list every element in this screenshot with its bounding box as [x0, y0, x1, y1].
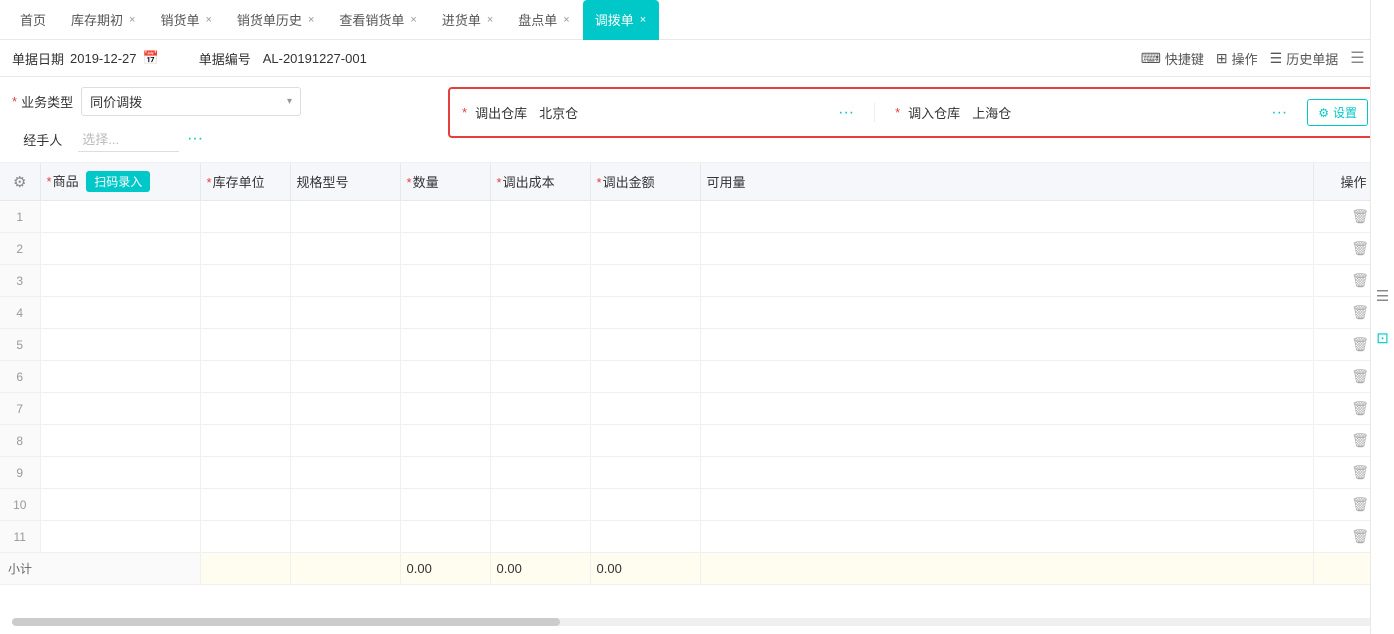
- delete-row-icon[interactable]: 🗑: [1351, 304, 1369, 321]
- delete-row-icon[interactable]: 🗑: [1351, 208, 1369, 225]
- history-icon: ☰: [1270, 50, 1283, 67]
- keyboard-icon: ⌨: [1141, 50, 1161, 67]
- col-header-qty: *数量: [400, 163, 490, 201]
- delete-row-icon[interactable]: 🗑: [1351, 464, 1369, 481]
- col-header-cost: *调出成本: [490, 163, 590, 201]
- col-header-settings: ⚙: [0, 163, 40, 201]
- table-row: 7🗑⧉: [0, 393, 1394, 425]
- required-star-in: *: [895, 105, 900, 120]
- col-header-spec: 规格型号: [290, 163, 400, 201]
- tab-home[interactable]: 首页: [8, 0, 59, 40]
- in-warehouse-value: 上海仓: [972, 103, 1011, 122]
- date-value: 2019-12-27: [70, 51, 137, 66]
- tab-close-sales-order[interactable]: ×: [205, 14, 211, 26]
- scan-input-button[interactable]: 扫码录入: [86, 171, 150, 192]
- tab-inventory-init[interactable]: 库存期初 ×: [59, 0, 148, 40]
- warehouse-row: * 调出仓库 北京仓 ··· * 调入仓库 上海仓 ··· ⚙: [462, 99, 1368, 126]
- tab-close-purchase[interactable]: ×: [487, 14, 493, 26]
- table-row: 1🗑⧉: [0, 201, 1394, 233]
- col-header-product: *商品 扫码录入: [40, 163, 200, 201]
- col-header-unit: *库存单位: [200, 163, 290, 201]
- delete-row-icon[interactable]: 🗑: [1351, 368, 1369, 385]
- tab-close-inventory-init[interactable]: ×: [129, 14, 135, 26]
- table-row: 11🗑⧉: [0, 521, 1394, 553]
- table-settings-icon[interactable]: ⚙: [13, 174, 26, 191]
- delete-row-icon[interactable]: 🗑: [1351, 272, 1369, 289]
- table-row: 10🗑⧉: [0, 489, 1394, 521]
- toolbar: 单据日期 2019-12-27 📅 单据编号 AL-20191227-001 ⌨…: [0, 40, 1394, 77]
- setting-button[interactable]: ⚙ 设置: [1307, 99, 1368, 126]
- subtotal-row: 小计 0.00 0.00 0.00: [0, 553, 1394, 585]
- tab-purchase[interactable]: 进货单 ×: [430, 0, 506, 40]
- tab-close-view-sales[interactable]: ×: [410, 14, 416, 26]
- handler-placeholder[interactable]: 选择...: [78, 126, 179, 152]
- data-table: ⚙ *商品 扫码录入 *库存单位 规格型号 *数量: [0, 163, 1394, 585]
- table-container: ⚙ *商品 扫码录入 *库存单位 规格型号 *数量: [0, 163, 1394, 618]
- table-row: 5🗑⧉: [0, 329, 1394, 361]
- handler-more-button[interactable]: ···: [187, 130, 203, 148]
- delete-row-icon[interactable]: 🗑: [1351, 432, 1369, 449]
- in-warehouse-item: * 调入仓库 上海仓 ···: [874, 103, 1287, 122]
- date-field: 单据日期 2019-12-27 📅: [12, 49, 159, 68]
- business-type-label: * 业务类型: [12, 92, 73, 111]
- table-row: 3🗑⧉: [0, 265, 1394, 297]
- col-header-amount: *调出金额: [590, 163, 700, 201]
- tab-sales-history[interactable]: 销货单历史 ×: [225, 0, 327, 40]
- col-header-available: 可用量: [700, 163, 1314, 201]
- tab-close-stocktake[interactable]: ×: [563, 14, 569, 26]
- list-icon[interactable]: ☰: [1376, 281, 1389, 311]
- table-row: 9🗑⧉: [0, 457, 1394, 489]
- handler-row: 经手人 选择... ···: [12, 126, 432, 152]
- delete-row-icon[interactable]: 🗑: [1351, 240, 1369, 257]
- handler-label: 经手人: [12, 130, 62, 149]
- business-type-row: * 业务类型 同价调拨 ▾: [12, 87, 432, 116]
- tab-sales-order[interactable]: 销货单 ×: [148, 0, 224, 40]
- doc-num-field: 单据编号 AL-20191227-001: [199, 49, 367, 68]
- gear-icon: ⚙: [1318, 106, 1329, 120]
- scroll-thumb[interactable]: [12, 618, 560, 626]
- out-warehouse-more-button[interactable]: ···: [838, 104, 854, 122]
- tab-close-transfer[interactable]: ×: [640, 14, 646, 26]
- table-row: 8🗑⧉: [0, 425, 1394, 457]
- shortcut-button[interactable]: ⌨ 快捷键: [1141, 49, 1204, 68]
- operation-icon: ⊞: [1216, 50, 1228, 67]
- tab-stocktake[interactable]: 盘点单 ×: [506, 0, 582, 40]
- form-left: * 业务类型 同价调拨 ▾ 经手人 选择... ···: [12, 87, 432, 152]
- doc-num-value: AL-20191227-001: [263, 51, 367, 66]
- table-row: 4🗑⧉: [0, 297, 1394, 329]
- business-type-select[interactable]: 同价调拨 ▾: [81, 87, 301, 116]
- delete-row-icon[interactable]: 🗑: [1351, 336, 1369, 353]
- delete-row-icon[interactable]: 🗑: [1351, 528, 1369, 545]
- delete-row-icon[interactable]: 🗑: [1351, 496, 1369, 513]
- list-view-icon[interactable]: ☰: [1350, 48, 1364, 68]
- operation-button[interactable]: ⊞ 操作: [1216, 49, 1258, 68]
- warehouse-form: * 调出仓库 北京仓 ··· * 调入仓库 上海仓 ··· ⚙: [448, 87, 1382, 138]
- form-area: * 业务类型 同价调拨 ▾ 经手人 选择... ···: [0, 77, 1394, 163]
- out-warehouse-label: 调出仓库: [475, 103, 527, 122]
- table-row: 6🗑⧉: [0, 361, 1394, 393]
- tab-view-sales[interactable]: 查看销货单 ×: [327, 0, 429, 40]
- in-warehouse-more-button[interactable]: ···: [1271, 104, 1287, 122]
- delete-row-icon[interactable]: 🗑: [1351, 400, 1369, 417]
- horizontal-scrollbar[interactable]: [12, 618, 1382, 626]
- expand-icon[interactable]: ⊡: [1376, 323, 1389, 353]
- table-row: 2🗑⧉: [0, 233, 1394, 265]
- in-warehouse-label: 调入仓库: [908, 103, 960, 122]
- calendar-icon[interactable]: 📅: [143, 50, 159, 66]
- tab-close-sales-history[interactable]: ×: [308, 14, 314, 26]
- required-star-out: *: [462, 105, 467, 120]
- out-warehouse-item: * 调出仓库 北京仓 ···: [462, 103, 854, 122]
- tab-bar: 首页 库存期初 × 销货单 × 销货单历史 × 查看销货单 × 进货单 × 盘点…: [0, 0, 1394, 40]
- required-star: *: [12, 94, 17, 109]
- out-warehouse-value: 北京仓: [539, 103, 578, 122]
- right-sidebar: ☰ ⊡: [1370, 0, 1394, 634]
- tab-transfer[interactable]: 调拨单 ×: [583, 0, 659, 40]
- date-label: 单据日期: [12, 49, 64, 68]
- chevron-down-icon: ▾: [287, 96, 292, 107]
- doc-num-label: 单据编号: [199, 49, 251, 68]
- history-button[interactable]: ☰ 历史单据: [1270, 49, 1339, 68]
